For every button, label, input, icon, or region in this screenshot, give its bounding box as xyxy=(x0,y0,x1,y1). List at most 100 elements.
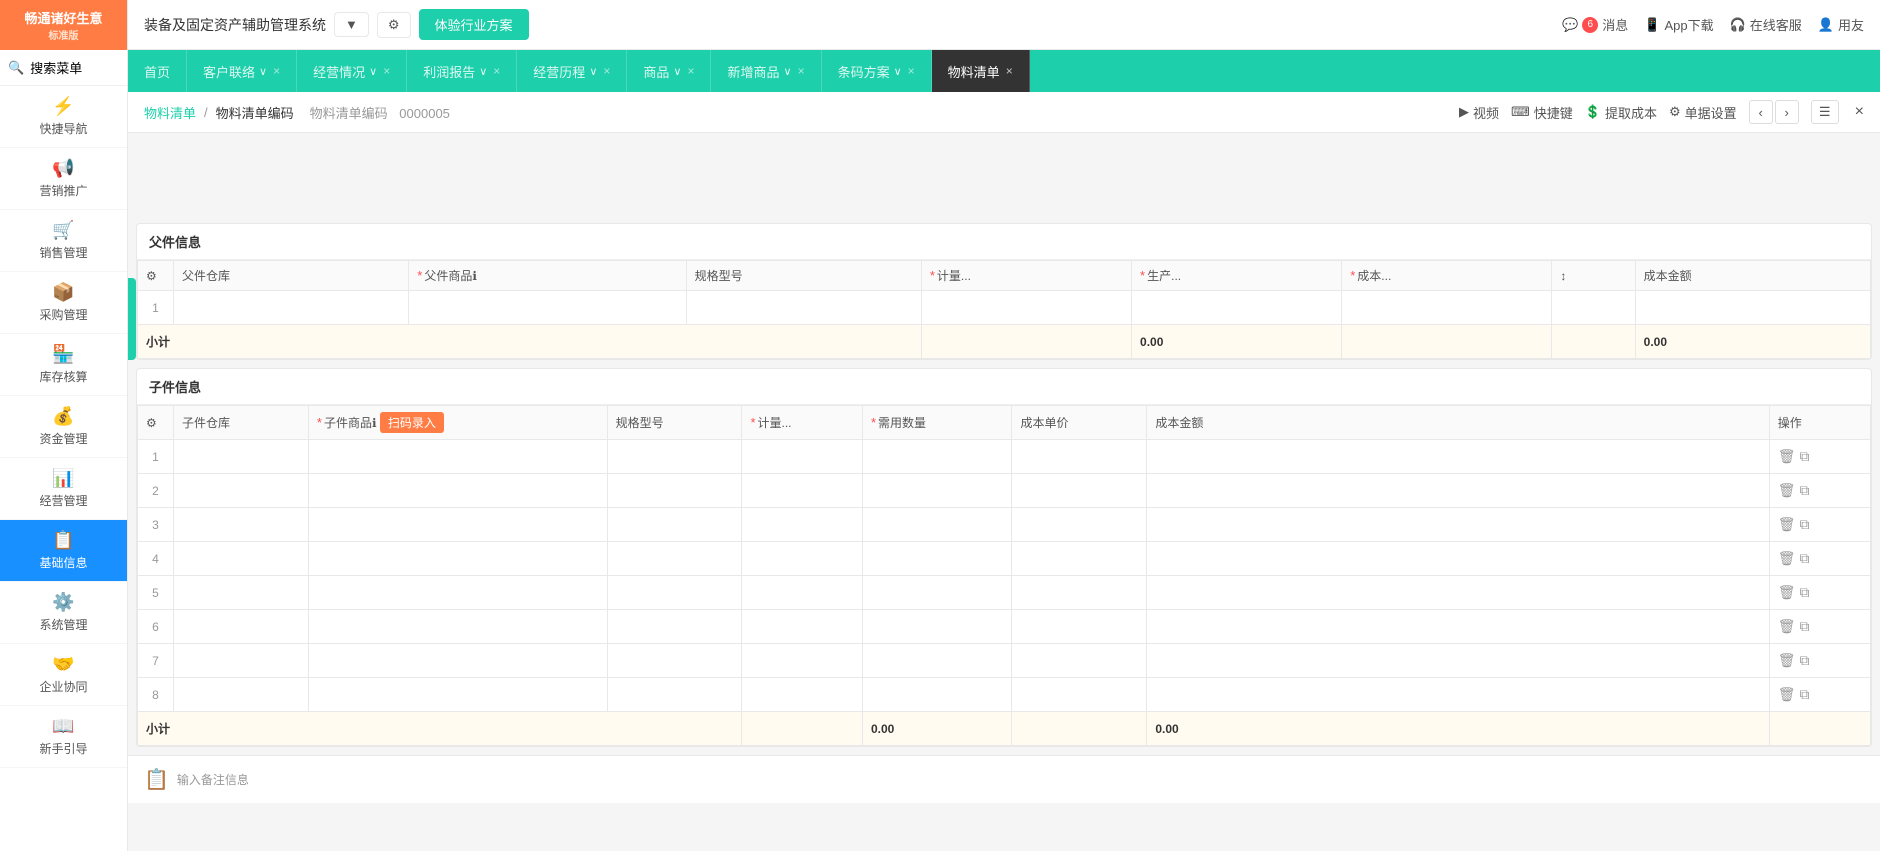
system-select-btn[interactable]: ▼ xyxy=(334,12,369,37)
settings-btn[interactable]: ⚙ xyxy=(377,12,411,38)
experience-btn[interactable]: 体验行业方案 xyxy=(419,9,529,40)
copy-icon-4[interactable]: ⧉ xyxy=(1800,550,1810,567)
parent-warehouse-1[interactable] xyxy=(174,291,409,325)
prev-arrow[interactable]: ‹ xyxy=(1749,100,1773,124)
tab-home[interactable]: 首页 xyxy=(128,50,187,92)
tab-history-close[interactable]: × xyxy=(603,64,610,78)
child-unit-4[interactable] xyxy=(742,542,862,576)
child-qty-1[interactable] xyxy=(862,440,1012,474)
child-spec-8[interactable] xyxy=(607,678,742,712)
copy-icon-5[interactable]: ⧉ xyxy=(1800,584,1810,601)
child-unit-cost-5[interactable] xyxy=(1012,576,1147,610)
child-unit-6[interactable] xyxy=(742,610,862,644)
child-warehouse-2[interactable] xyxy=(174,474,309,508)
child-unit-cost-3[interactable] xyxy=(1012,508,1147,542)
sidebar-item-finance[interactable]: 💰 资金管理 xyxy=(0,396,127,458)
delete-icon-4[interactable]: 🗑 xyxy=(1778,550,1796,567)
tab-profit-close[interactable]: × xyxy=(493,64,500,78)
child-spec-5[interactable] xyxy=(607,576,742,610)
child-unit-2[interactable] xyxy=(742,474,862,508)
delete-icon-2[interactable]: 🗑 xyxy=(1778,482,1796,499)
child-qty-8[interactable] xyxy=(862,678,1012,712)
sidebar-item-quick-nav[interactable]: ⚡ 快捷导航 xyxy=(0,86,127,148)
cost-action[interactable]: 💲 提取成本 xyxy=(1585,103,1657,122)
sidebar-item-basic-info[interactable]: 📋 基础信息 xyxy=(0,520,127,582)
child-qty-2[interactable] xyxy=(862,474,1012,508)
delete-icon-7[interactable]: 🗑 xyxy=(1778,652,1796,669)
tab-operations[interactable]: 经营情况 ∨ × xyxy=(297,50,407,92)
child-product-1[interactable] xyxy=(308,440,607,474)
child-warehouse-6[interactable] xyxy=(174,610,309,644)
child-warehouse-7[interactable] xyxy=(174,644,309,678)
child-col-settings[interactable]: ⚙ xyxy=(138,406,174,440)
sidebar-item-inventory[interactable]: 🏪 库存核算 xyxy=(0,334,127,396)
breadcrumb-parent[interactable]: 物料清单 xyxy=(144,103,196,122)
copy-icon-3[interactable]: ⧉ xyxy=(1800,516,1810,533)
child-spec-6[interactable] xyxy=(607,610,742,644)
child-warehouse-1[interactable] xyxy=(174,440,309,474)
child-unit-cost-1[interactable] xyxy=(1012,440,1147,474)
parent-sort-1[interactable] xyxy=(1552,291,1635,325)
child-spec-4[interactable] xyxy=(607,542,742,576)
child-unit-8[interactable] xyxy=(742,678,862,712)
child-qty-5[interactable] xyxy=(862,576,1012,610)
sidebar-item-search[interactable]: 🔍 搜索菜单 xyxy=(0,50,127,86)
tab-new-goods[interactable]: 新增商品 ∨ × xyxy=(711,50,821,92)
child-warehouse-4[interactable] xyxy=(174,542,309,576)
app-download-btn[interactable]: 📱 App下载 xyxy=(1644,15,1713,34)
tab-barcode[interactable]: 条码方案 ∨ × xyxy=(822,50,932,92)
child-product-4[interactable] xyxy=(308,542,607,576)
tab-bom[interactable]: 物料清单 × xyxy=(932,50,1030,92)
next-arrow[interactable]: › xyxy=(1775,100,1799,124)
child-spec-7[interactable] xyxy=(607,644,742,678)
child-unit-cost-4[interactable] xyxy=(1012,542,1147,576)
sidebar-item-sales[interactable]: 🛒 销售管理 xyxy=(0,210,127,272)
child-unit-cost-6[interactable] xyxy=(1012,610,1147,644)
parent-producer-1[interactable] xyxy=(1132,291,1342,325)
tab-customer-close[interactable]: × xyxy=(273,64,280,78)
scan-btn[interactable]: 扫码录入 xyxy=(380,412,444,433)
child-unit-7[interactable] xyxy=(742,644,862,678)
parent-product-1[interactable] xyxy=(409,291,686,325)
tab-history[interactable]: 经营历程 ∨ × xyxy=(517,50,627,92)
parent-spec-1[interactable] xyxy=(686,291,921,325)
copy-icon-6[interactable]: ⧉ xyxy=(1800,618,1810,635)
copy-icon-2[interactable]: ⧉ xyxy=(1800,482,1810,499)
sidebar-item-marketing[interactable]: 📢 营销推广 xyxy=(0,148,127,210)
child-unit-1[interactable] xyxy=(742,440,862,474)
close-page-btn[interactable]: × xyxy=(1855,103,1864,121)
sidebar-item-guide[interactable]: 📖 新手引导 xyxy=(0,706,127,768)
child-qty-6[interactable] xyxy=(862,610,1012,644)
message-btn[interactable]: 💬 6 消息 xyxy=(1562,15,1628,34)
sidebar-item-purchase[interactable]: 📦 采购管理 xyxy=(0,272,127,334)
child-product-8[interactable] xyxy=(308,678,607,712)
child-warehouse-5[interactable] xyxy=(174,576,309,610)
child-unit-3[interactable] xyxy=(742,508,862,542)
child-spec-3[interactable] xyxy=(607,508,742,542)
delete-icon-5[interactable]: 🗑 xyxy=(1778,584,1796,601)
tab-bom-close[interactable]: × xyxy=(1006,64,1013,78)
child-product-6[interactable] xyxy=(308,610,607,644)
child-product-3[interactable] xyxy=(308,508,607,542)
online-service-btn[interactable]: 🎧 在线客服 xyxy=(1730,15,1802,34)
child-product-7[interactable] xyxy=(308,644,607,678)
child-unit-cost-8[interactable] xyxy=(1012,678,1147,712)
child-unit-cost-7[interactable] xyxy=(1012,644,1147,678)
sidebar-item-system[interactable]: ⚙️ 系统管理 xyxy=(0,582,127,644)
child-warehouse-8[interactable] xyxy=(174,678,309,712)
tab-customer[interactable]: 客户联络 ∨ × xyxy=(187,50,297,92)
child-qty-7[interactable] xyxy=(862,644,1012,678)
child-unit-5[interactable] xyxy=(742,576,862,610)
copy-icon-7[interactable]: ⧉ xyxy=(1800,652,1810,669)
delete-icon-8[interactable]: 🗑 xyxy=(1778,686,1796,703)
copy-icon-8[interactable]: ⧉ xyxy=(1800,686,1810,703)
parent-cost-1[interactable] xyxy=(1342,291,1552,325)
tab-operations-close[interactable]: × xyxy=(383,64,390,78)
view-action[interactable]: ▶ 视频 xyxy=(1459,103,1499,122)
user-btn[interactable]: 👤 用友 xyxy=(1818,15,1864,34)
child-unit-cost-2[interactable] xyxy=(1012,474,1147,508)
shortcut-action[interactable]: ⌨ 快捷键 xyxy=(1511,103,1573,122)
child-product-5[interactable] xyxy=(308,576,607,610)
copy-icon-1[interactable]: ⧉ xyxy=(1800,448,1810,465)
parent-col-settings[interactable]: ⚙ xyxy=(138,261,174,291)
